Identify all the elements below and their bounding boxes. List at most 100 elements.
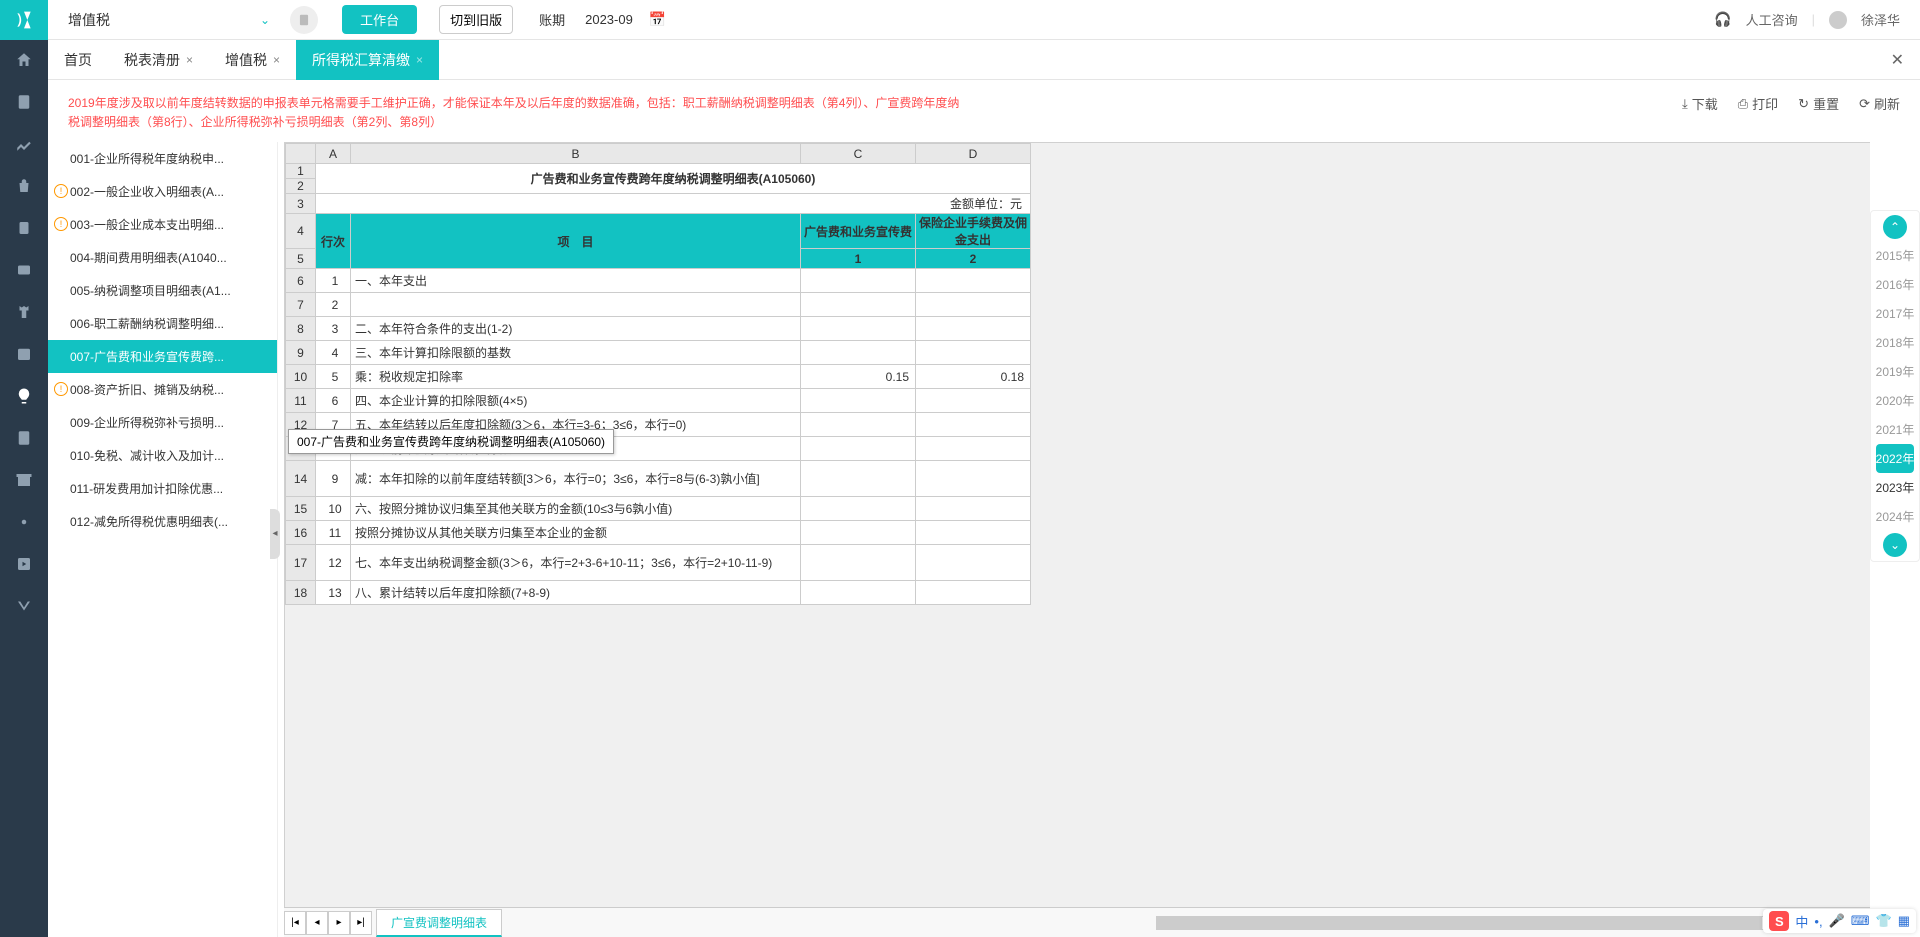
form-item-7[interactable]: 008-资产折旧、摊销及纳税... (48, 373, 277, 406)
value-cell-d[interactable] (916, 413, 1031, 437)
value-cell-d[interactable] (916, 341, 1031, 365)
tab-3[interactable]: 所得税汇算清缴× (296, 40, 439, 80)
row-header[interactable]: 5 (286, 249, 316, 269)
reset-button[interactable]: ↻重置 (1798, 94, 1839, 113)
close-icon[interactable]: × (186, 53, 193, 67)
year-item[interactable]: 2019年 (1876, 357, 1915, 386)
tax-type-dropdown[interactable]: 增值税 ⌄ (68, 10, 270, 30)
user-name[interactable]: 徐泽华 (1861, 10, 1900, 29)
form-item-9[interactable]: 010-免税、减计收入及加计... (48, 439, 277, 472)
row-num-cell[interactable]: 4 (316, 341, 351, 365)
item-cell[interactable]: 三、本年计算扣除限额的基数 (351, 341, 801, 365)
row-header[interactable]: 3 (286, 194, 316, 214)
calendar-icon[interactable] (14, 344, 34, 364)
year-item[interactable]: 2023年 (1876, 473, 1915, 502)
tab-1[interactable]: 税表清册× (108, 40, 209, 80)
row-num-cell[interactable]: 3 (316, 317, 351, 341)
item-cell[interactable]: 七、本年支出纳税调整金额(3＞6，本行=2+3-6+10-11；3≤6，本行=2… (351, 545, 801, 581)
value-cell-c[interactable] (801, 521, 916, 545)
year-item[interactable]: 2016年 (1876, 270, 1915, 299)
row-num-cell[interactable]: 2 (316, 293, 351, 317)
value-cell-d[interactable] (916, 389, 1031, 413)
value-cell-c[interactable] (801, 293, 916, 317)
sheet-next-button[interactable]: ▸ (328, 911, 350, 935)
close-all-icon[interactable]: ✕ (1891, 50, 1904, 70)
play-icon[interactable] (14, 554, 34, 574)
gear-icon[interactable] (14, 512, 34, 532)
year-up-button[interactable]: ⌃ (1883, 215, 1907, 239)
row-num-cell[interactable]: 12 (316, 545, 351, 581)
corner-cell[interactable] (286, 144, 316, 164)
row-header[interactable]: 8 (286, 317, 316, 341)
row-num-cell[interactable]: 6 (316, 389, 351, 413)
form-item-10[interactable]: 011-研发费用加计扣除优惠... (48, 472, 277, 505)
item-cell[interactable]: 一、本年支出 (351, 269, 801, 293)
value-cell-d[interactable] (916, 521, 1031, 545)
worktable-button[interactable]: 工作台 (342, 5, 417, 34)
report-icon[interactable] (14, 428, 34, 448)
value-cell-c[interactable] (801, 461, 916, 497)
sheet-tab[interactable]: 广宣费调整明细表 (376, 909, 502, 937)
tool-icon[interactable] (14, 260, 34, 280)
chart-icon[interactable] (14, 134, 34, 154)
year-item[interactable]: 2017年 (1876, 299, 1915, 328)
row-header[interactable]: 2 (286, 179, 316, 194)
item-cell[interactable]: 二、本年符合条件的支出(1-2) (351, 317, 801, 341)
tab-2[interactable]: 增值税× (209, 40, 296, 80)
logo[interactable] (0, 0, 48, 40)
period-value[interactable]: 2023-09 (585, 12, 633, 27)
form-item-4[interactable]: 005-纳税调整项目明细表(A1... (48, 274, 277, 307)
form-item-2[interactable]: 003-一般企业成本支出明细... (48, 208, 277, 241)
ime-bar[interactable]: S 中 •, 🎤 ⌨ 👕 ▦ (1763, 909, 1916, 933)
ime-keyboard-icon[interactable]: ⌨ (1851, 913, 1870, 929)
value-cell-c[interactable] (801, 269, 916, 293)
row-num-cell[interactable]: 13 (316, 581, 351, 605)
home-icon[interactable] (14, 50, 34, 70)
item-cell[interactable]: 六、按照分摊协议归集至其他关联方的金额(10≤3与6孰小值) (351, 497, 801, 521)
ime-lang[interactable]: 中 (1795, 912, 1808, 931)
sheet-first-button[interactable]: |◂ (284, 911, 306, 935)
year-item[interactable]: 2015年 (1876, 241, 1915, 270)
value-cell-c[interactable] (801, 497, 916, 521)
item-cell[interactable]: 按照分摊协议从其他关联方归集至本企业的金额 (351, 521, 801, 545)
row-header[interactable]: 4 (286, 214, 316, 249)
avatar[interactable] (1829, 11, 1847, 29)
row-header[interactable]: 10 (286, 365, 316, 389)
row-num-cell[interactable]: 1 (316, 269, 351, 293)
value-cell-d[interactable] (916, 317, 1031, 341)
col-header-B[interactable]: B (351, 144, 801, 164)
clipboard-icon[interactable] (14, 218, 34, 238)
close-icon[interactable]: × (273, 53, 280, 67)
value-cell-d[interactable] (916, 461, 1031, 497)
row-header[interactable]: 16 (286, 521, 316, 545)
ime-punct-icon[interactable]: •, (1814, 914, 1822, 929)
sheet-last-button[interactable]: ▸| (350, 911, 372, 935)
year-item[interactable]: 2020年 (1876, 386, 1915, 415)
consult-link[interactable]: 人工咨询 (1746, 10, 1798, 29)
document-icon[interactable] (290, 6, 318, 34)
value-cell-c[interactable] (801, 389, 916, 413)
row-num-cell[interactable]: 10 (316, 497, 351, 521)
year-item[interactable]: 2018年 (1876, 328, 1915, 357)
value-cell-c[interactable] (801, 437, 916, 461)
archive-icon[interactable] (14, 470, 34, 490)
value-cell-c[interactable] (801, 317, 916, 341)
ime-skin-icon[interactable]: 👕 (1876, 913, 1892, 929)
doc-icon[interactable] (14, 92, 34, 112)
item-cell[interactable]: 八、累计结转以后年度扣除额(7+8-9) (351, 581, 801, 605)
col-header-C[interactable]: C (801, 144, 916, 164)
col-header-D[interactable]: D (916, 144, 1031, 164)
tax-icon[interactable] (14, 386, 34, 406)
row-header[interactable]: 14 (286, 461, 316, 497)
form-item-0[interactable]: 001-企业所得税年度纳税申... (48, 142, 277, 175)
value-cell-d[interactable] (916, 497, 1031, 521)
calendar-icon[interactable]: 📅 (649, 11, 666, 28)
year-item[interactable]: 2022年 (1876, 444, 1915, 473)
switch-old-button[interactable]: 切到旧版 (439, 5, 513, 34)
value-cell-d[interactable] (916, 293, 1031, 317)
form-item-1[interactable]: 002-一般企业收入明细表(A... (48, 175, 277, 208)
value-cell-c[interactable] (801, 545, 916, 581)
shirt-icon[interactable] (14, 302, 34, 322)
row-header[interactable]: 7 (286, 293, 316, 317)
row-num-cell[interactable]: 9 (316, 461, 351, 497)
